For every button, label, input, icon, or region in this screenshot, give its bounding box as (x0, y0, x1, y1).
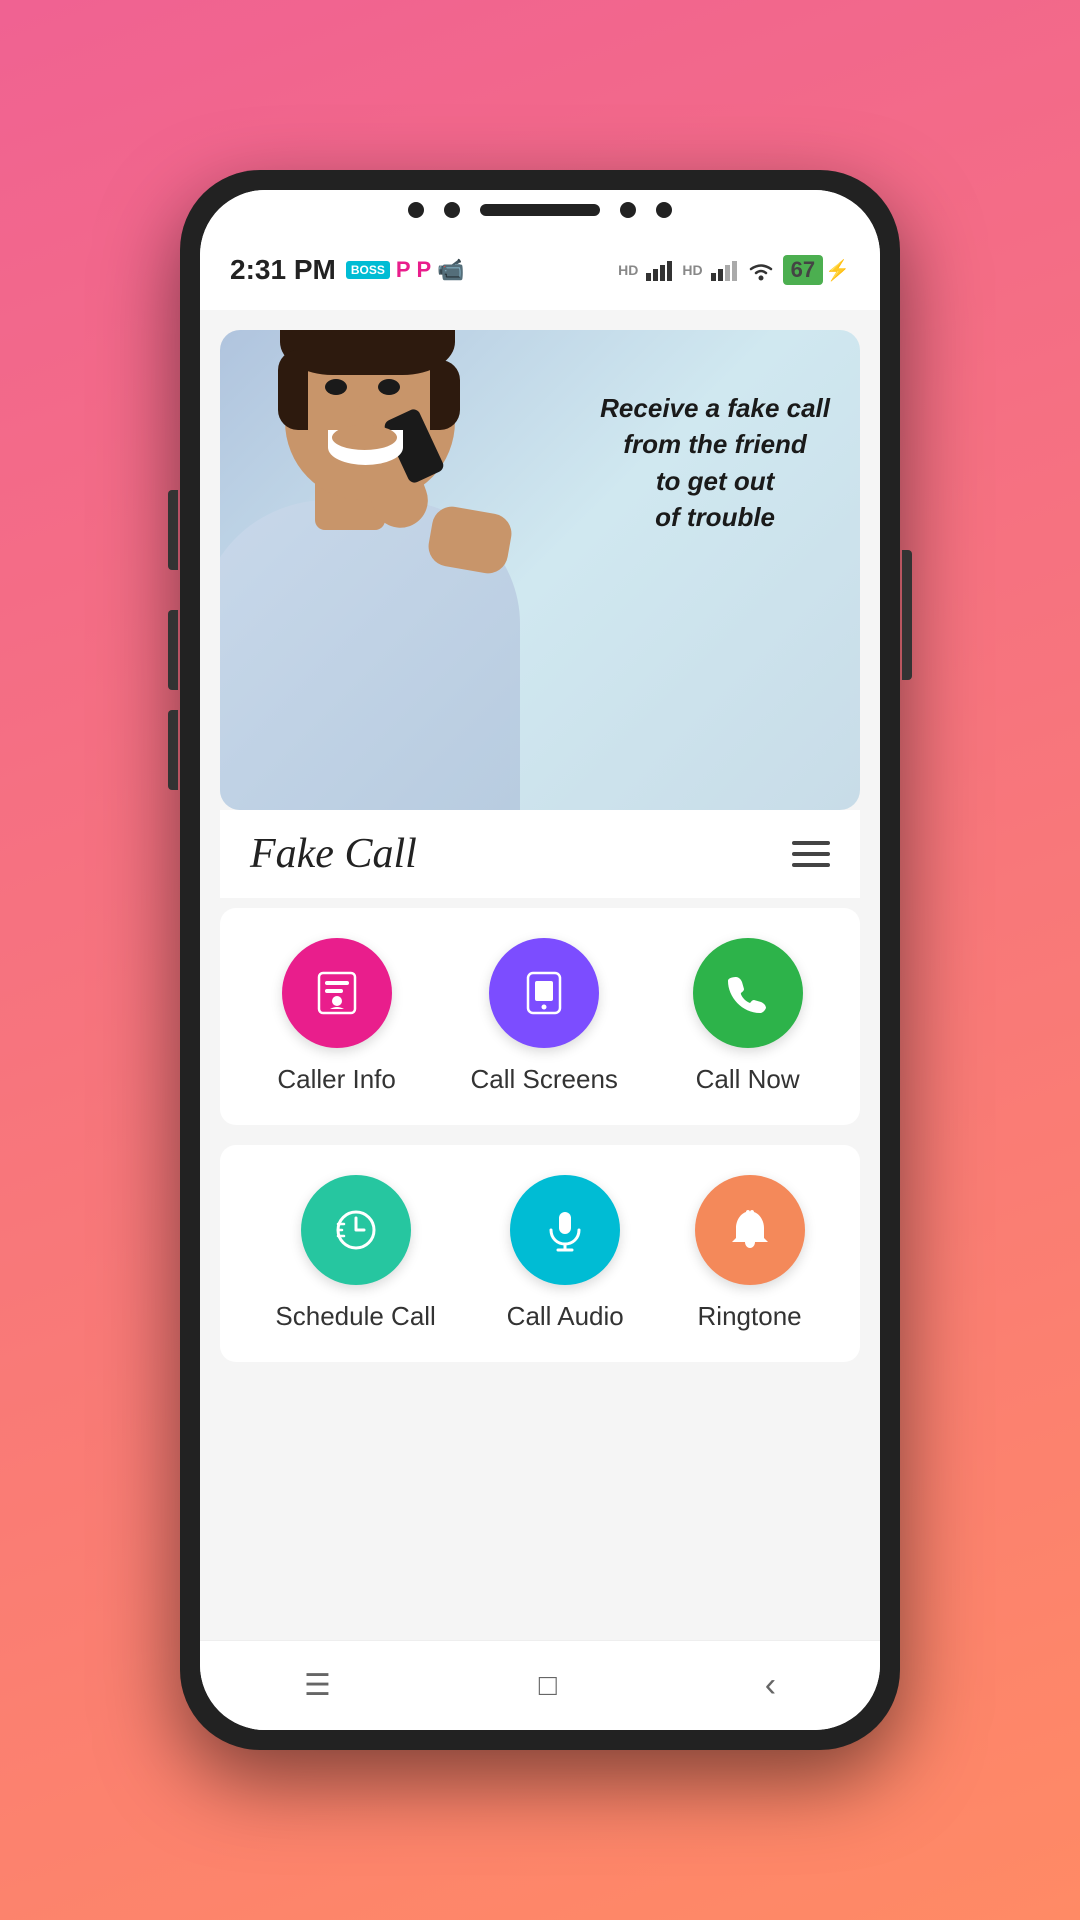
button-grid-2: Schedule Call Call Audio (220, 1145, 860, 1362)
camera-dot-center (444, 202, 460, 218)
hd-badge-1: HD (618, 262, 638, 278)
ringtone-item[interactable]: Ringtone (695, 1175, 805, 1332)
ringtone-label: Ringtone (698, 1301, 802, 1332)
caller-info-item[interactable]: Caller Info (277, 938, 396, 1095)
hd-badge-2: HD (682, 262, 702, 278)
call-now-button[interactable] (693, 938, 803, 1048)
call-now-item[interactable]: Call Now (693, 938, 803, 1095)
call-audio-button[interactable] (510, 1175, 620, 1285)
hero-line1: Receive a fake call (600, 390, 830, 426)
status-time: 2:31 PM (230, 254, 336, 286)
caller-info-icon (311, 967, 363, 1019)
phone-frame: 2:31 PM BOSS P P 📹 HD HD (180, 170, 900, 1750)
app-content: Receive a fake call from the friend to g… (200, 310, 880, 1640)
schedule-call-label: Schedule Call (275, 1301, 435, 1332)
button-grid-1: Caller Info Call Screens (220, 908, 860, 1125)
call-audio-label: Call Audio (507, 1301, 624, 1332)
signal-icon-1 (646, 259, 674, 281)
nav-back-icon[interactable]: ‹ (765, 1666, 776, 1705)
camera-notch (200, 190, 880, 230)
hero-line4: of trouble (600, 499, 830, 535)
camera-icon: 📹 (437, 257, 464, 283)
ringtone-icon (724, 1204, 776, 1256)
hamburger-line-3 (792, 863, 830, 867)
call-screens-item[interactable]: Call Screens (471, 938, 618, 1095)
status-icons: BOSS P P 📹 (346, 257, 465, 283)
call-audio-icon (539, 1204, 591, 1256)
app-header: Fake Call (220, 810, 860, 898)
battery: 67 ⚡ (783, 255, 850, 285)
status-bar: 2:31 PM BOSS P P 📹 HD HD (200, 230, 880, 310)
schedule-call-button[interactable] (301, 1175, 411, 1285)
camera-dot-right2 (656, 202, 672, 218)
ringtone-button[interactable] (695, 1175, 805, 1285)
call-screens-label: Call Screens (471, 1064, 618, 1095)
call-screens-icon (518, 967, 570, 1019)
camera-dot-right1 (620, 202, 636, 218)
bottom-nav: ☰ □ ‹ (200, 1640, 880, 1730)
nav-menu-icon[interactable]: ☰ (304, 1668, 331, 1703)
p-icon-1: P (396, 257, 411, 283)
status-left: 2:31 PM BOSS P P 📹 (230, 254, 465, 286)
caller-info-button[interactable] (282, 938, 392, 1048)
call-screens-button[interactable] (489, 938, 599, 1048)
app-title: Fake Call (250, 830, 417, 878)
hero-image: Receive a fake call from the friend to g… (220, 330, 860, 810)
boss-badge: BOSS (346, 261, 390, 279)
wifi-icon (747, 259, 775, 281)
battery-level: 67 (783, 255, 823, 285)
call-audio-item[interactable]: Call Audio (507, 1175, 624, 1332)
hamburger-menu[interactable] (792, 841, 830, 867)
status-right: HD HD (618, 255, 850, 285)
hero-text: Receive a fake call from the friend to g… (600, 390, 830, 536)
schedule-call-item[interactable]: Schedule Call (275, 1175, 435, 1332)
hero-line2: from the friend (600, 426, 830, 462)
caller-info-label: Caller Info (277, 1064, 396, 1095)
call-now-label: Call Now (696, 1064, 800, 1095)
p-icon-2: P (417, 257, 432, 283)
call-now-icon (722, 967, 774, 1019)
hamburger-line-2 (792, 852, 830, 856)
hamburger-line-1 (792, 841, 830, 845)
camera-dot-left (408, 202, 424, 218)
phone-screen: 2:31 PM BOSS P P 📹 HD HD (200, 190, 880, 1730)
charging-icon: ⚡ (825, 258, 850, 283)
speaker-bar (480, 204, 600, 216)
schedule-call-icon (330, 1204, 382, 1256)
nav-home-icon[interactable]: □ (539, 1669, 557, 1703)
hero-line3: to get out (600, 463, 830, 499)
signal-icon-2 (711, 259, 739, 281)
